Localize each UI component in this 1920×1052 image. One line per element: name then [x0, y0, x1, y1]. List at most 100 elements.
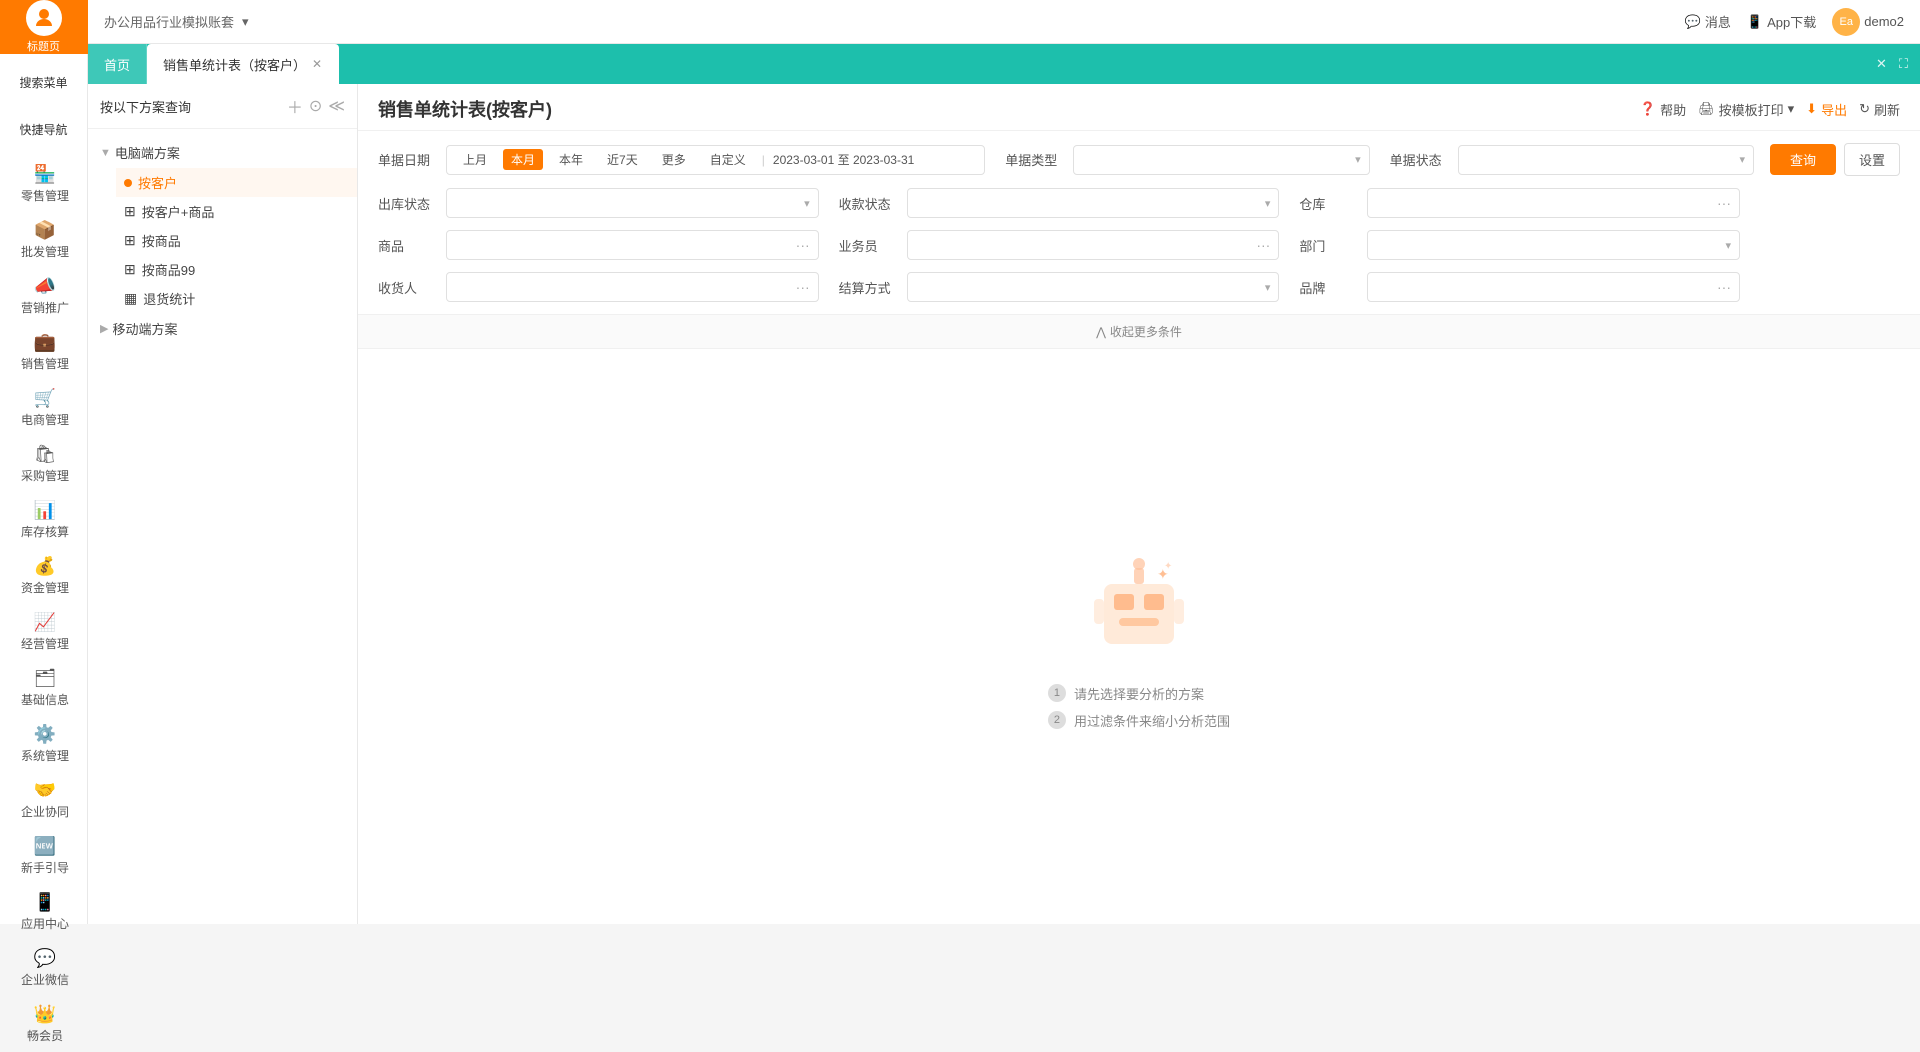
filter-paymentmethod-control[interactable]: ▾ — [907, 272, 1280, 302]
sales-icon: 💼 — [34, 332, 56, 353]
user-menu[interactable]: Ea demo2 — [1832, 8, 1904, 36]
sidebar-item-marketing[interactable]: 📣 营销推广 — [0, 268, 87, 324]
filter-salesperson-control[interactable]: ··· — [907, 230, 1280, 260]
tree-arrow-desktop: ▼ — [100, 147, 111, 159]
filter-doctype-control[interactable]: ▾ — [1073, 145, 1369, 175]
filter-warehouse-control[interactable]: ··· — [1367, 188, 1740, 218]
print-dropdown-icon[interactable]: ▾ — [1788, 101, 1795, 117]
date-btn-7days[interactable]: 近7天 — [599, 149, 646, 170]
date-btn-this-year[interactable]: 本年 — [551, 149, 591, 170]
sidebar-item-system[interactable]: ⚙️ 系统管理 — [0, 716, 87, 772]
sidebar-item-basic[interactable]: 🗂 基础信息 — [0, 660, 87, 716]
member-icon: 👑 — [34, 1004, 56, 1025]
filter-actions: 查询 设置 — [1770, 143, 1900, 176]
print-label: 按模板打印 — [1719, 100, 1784, 119]
sidebar-item-quicknav[interactable]: 快捷导航 — [0, 111, 87, 148]
date-btn-last-month[interactable]: 上月 — [455, 149, 495, 170]
filter-outstatus-control[interactable]: ▾ — [446, 188, 819, 218]
filter-docstatus-control[interactable]: ▾ — [1458, 145, 1754, 175]
filter-product-label: 商品 — [378, 236, 438, 255]
tree-node-refund-stat[interactable]: ▦ 退货统计 — [116, 284, 357, 313]
product-more-icon: ··· — [796, 237, 810, 253]
sidebar-item-inventory[interactable]: 📊 库存核算 — [0, 492, 87, 548]
operations-icon: 📈 — [34, 612, 56, 633]
sidebar-item-ecommerce-label: 电商管理 — [21, 411, 69, 428]
collapse-bar[interactable]: ⋀ 收起更多条件 — [358, 315, 1920, 349]
print-btn[interactable]: 🖨 按模板打印 ▾ — [1698, 100, 1794, 119]
filter-row-2: 出库状态 ▾ 收款状态 ▾ 仓库 ··· — [378, 188, 1900, 218]
sidebar-item-operations[interactable]: 📈 经营管理 — [0, 604, 87, 660]
topbar-dropdown-icon[interactable]: ▾ — [242, 14, 249, 30]
filter-department-control[interactable]: ▾ — [1367, 230, 1740, 260]
settings-scheme-icon[interactable]: ⊙ — [309, 96, 322, 116]
date-btn-custom[interactable]: 自定义 — [702, 149, 754, 170]
marketing-icon: 📣 — [34, 276, 56, 297]
tab-close-icon[interactable]: ✕ — [312, 57, 322, 71]
collapse-panel-icon[interactable]: ≪ — [328, 96, 345, 116]
tree-node-by-product[interactable]: ⊞ 按商品 — [116, 226, 357, 255]
paymentmethod-dropdown-icon: ▾ — [1265, 281, 1271, 294]
filter-paymentstatus-label: 收款状态 — [839, 194, 899, 213]
tab-home[interactable]: 首页 — [88, 44, 147, 84]
message-btn[interactable]: 💬 消息 — [1685, 12, 1731, 31]
print-icon: 🖨 — [1698, 101, 1715, 117]
left-panel-actions: ＋ ⊙ ≪ — [287, 94, 345, 118]
help-btn[interactable]: ❓ 帮助 — [1640, 100, 1686, 119]
filter-paymentmethod-label: 结算方式 — [839, 278, 899, 297]
export-btn[interactable]: ⬇ 导出 — [1806, 100, 1847, 119]
sidebar-item-retail[interactable]: 🏪 零售管理 — [0, 156, 87, 212]
tree-node-by-customer[interactable]: 按客户 — [116, 168, 357, 197]
wholesale-icon: 📦 — [34, 220, 56, 241]
sidebar-item-purchase-label: 采购管理 — [21, 467, 69, 484]
apps-icon: 📱 — [34, 892, 56, 913]
add-scheme-icon[interactable]: ＋ — [287, 94, 303, 118]
maximize-icon[interactable]: ⛶ — [1899, 56, 1908, 72]
sidebar-item-finance[interactable]: 💰 资金管理 — [0, 548, 87, 604]
tab-sales-stat[interactable]: 销售单统计表（按客户） ✕ — [147, 44, 339, 84]
sidebar-item-enterprise[interactable]: 🤝 企业协同 — [0, 772, 87, 828]
tab-home-label: 首页 — [104, 55, 130, 74]
date-btn-more[interactable]: 更多 — [654, 149, 694, 170]
inventory-icon: 📊 — [34, 500, 56, 521]
sidebar-item-newuser-label: 新手引导 — [21, 859, 69, 876]
sidebar-item-sales[interactable]: 💼 销售管理 — [0, 324, 87, 380]
sidebar-search-area: 搜索菜单 — [0, 54, 87, 111]
system-icon: ⚙️ — [34, 724, 56, 745]
tab-sales-stat-label: 销售单统计表（按客户） — [163, 55, 306, 74]
filter-receiver-control[interactable]: ··· — [446, 272, 819, 302]
sidebar-item-search[interactable]: 搜索菜单 — [0, 64, 87, 101]
filter-date-control[interactable]: 上月 本月 本年 近7天 更多 自定义 | 2023-03-01 至 2023-… — [446, 145, 985, 175]
sidebar-item-newuser[interactable]: 🆕 新手引导 — [0, 828, 87, 884]
query-button[interactable]: 查询 — [1770, 144, 1836, 175]
close-window-icon[interactable]: ✕ — [1876, 56, 1887, 72]
tip-num-2: 2 — [1048, 711, 1066, 729]
tree-mobile-section[interactable]: ▶ 移动端方案 — [88, 313, 357, 344]
sidebar-item-ecommerce[interactable]: 🛒 电商管理 — [0, 380, 87, 436]
date-btn-this-month[interactable]: 本月 — [503, 149, 543, 170]
filter-warehouse-item: 仓库 ··· — [1299, 188, 1740, 218]
app-download-btn[interactable]: 📱 App下载 — [1747, 12, 1816, 31]
sidebar-item-inventory-label: 库存核算 — [21, 523, 69, 540]
sidebar-item-apps[interactable]: 📱 应用中心 — [0, 884, 87, 940]
sidebar-item-retail-label: 零售管理 — [21, 187, 69, 204]
sidebar-item-finance-label: 资金管理 — [21, 579, 69, 596]
sidebar-item-wholesale[interactable]: 📦 批发管理 — [0, 212, 87, 268]
sidebar-item-purchase[interactable]: 🛍 采购管理 — [0, 436, 87, 492]
receiver-more-icon: ··· — [796, 279, 810, 295]
tree-node-by-customer-label: 按客户 — [138, 173, 177, 192]
filter-doctype-label: 单据类型 — [1005, 150, 1065, 169]
filter-paymentmethod-item: 结算方式 ▾ — [839, 272, 1280, 302]
filter-product-control[interactable]: ··· — [446, 230, 819, 260]
tree-desktop-section[interactable]: ▼ 电脑端方案 — [88, 137, 357, 168]
filter-brand-control[interactable]: ··· — [1367, 272, 1740, 302]
filter-paymentstatus-control[interactable]: ▾ — [907, 188, 1280, 218]
sidebar-item-member[interactable]: 👑 畅会员 — [0, 996, 87, 1052]
sidebar-item-wechat[interactable]: 💬 企业微信 — [0, 940, 87, 996]
empty-tips: 1 请先选择要分析的方案 2 用过滤条件来缩小分析范围 — [1048, 684, 1230, 730]
tree-node-by-product-99[interactable]: ⊞ 按商品99 — [116, 255, 357, 284]
filter-date-label: 单据日期 — [378, 150, 438, 169]
main-area: 办公用品行业模拟账套 ▾ 💬 消息 📱 App下载 Ea demo2 首页 — [88, 0, 1920, 924]
refresh-btn[interactable]: ↻ 刷新 — [1859, 100, 1900, 119]
tree-node-by-customer-product[interactable]: ⊞ 按客户+商品 — [116, 197, 357, 226]
settings-button[interactable]: 设置 — [1844, 143, 1900, 176]
